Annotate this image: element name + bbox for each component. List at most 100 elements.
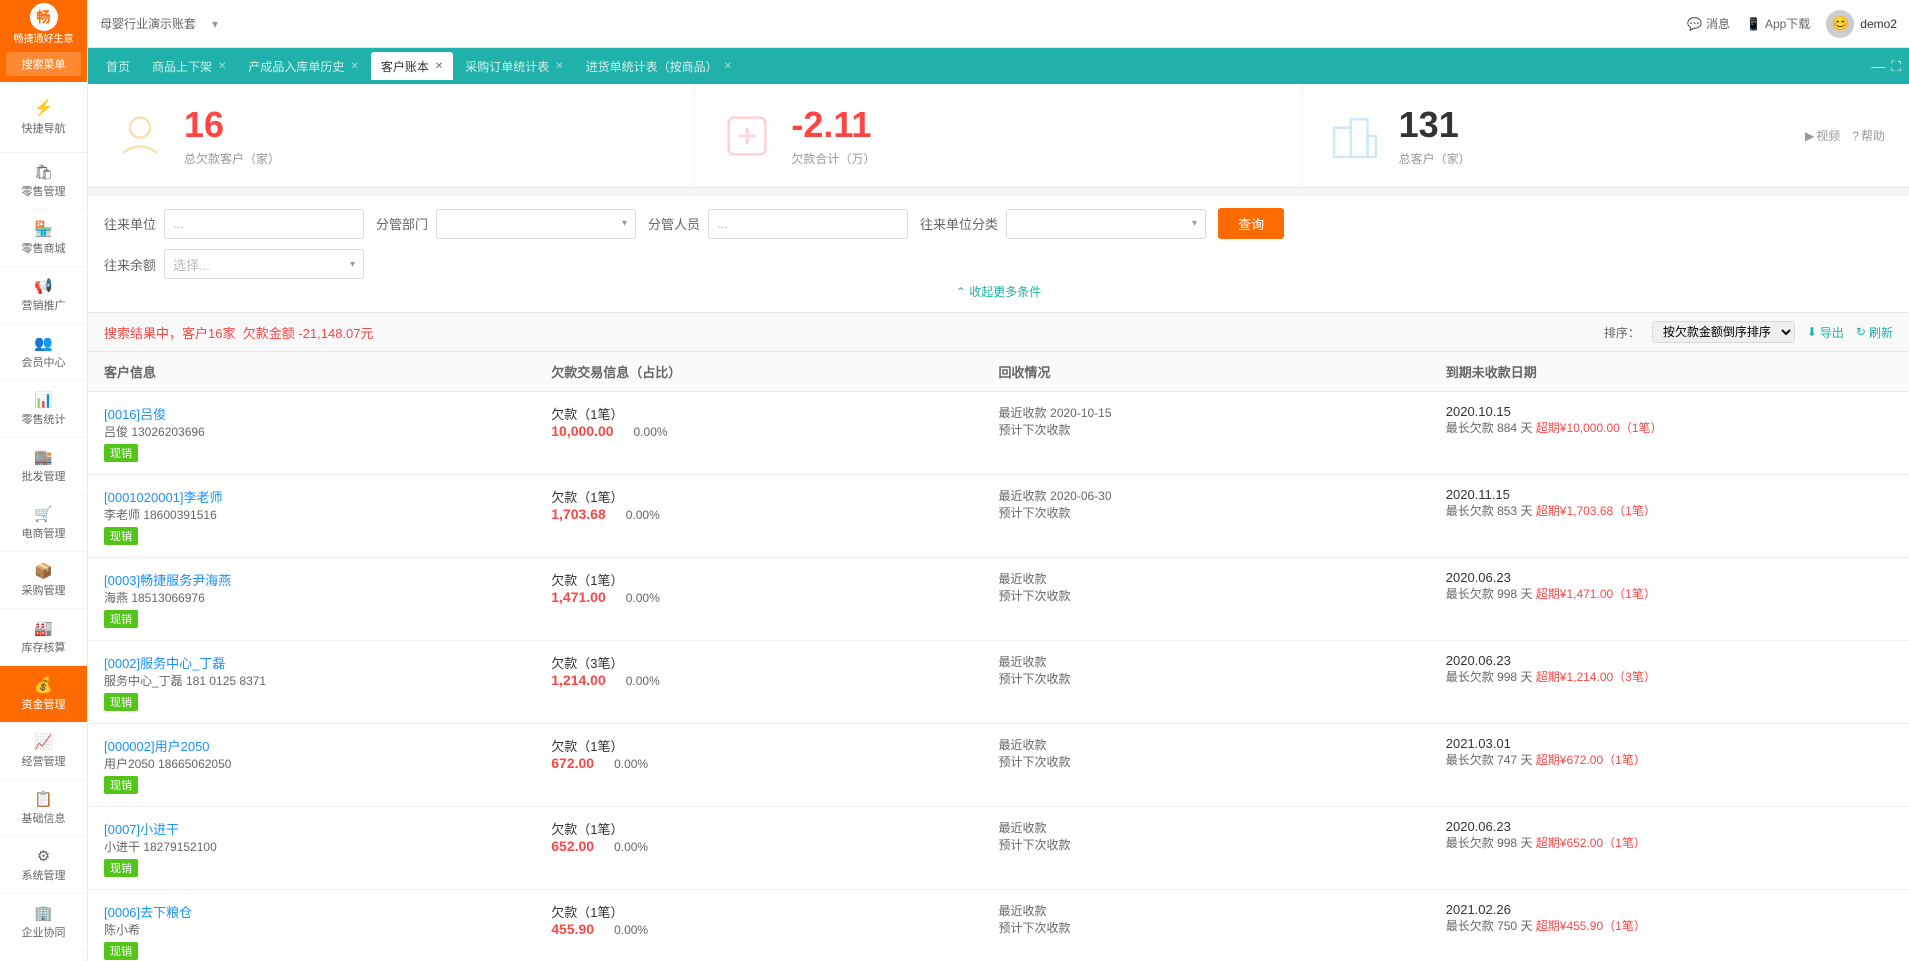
sidebar-item-quick-nav[interactable]: ⚡ 快捷导航: [0, 90, 87, 144]
total-customers-label: 总客户（家）: [1399, 150, 1471, 167]
customer-tag: 现销: [104, 444, 138, 462]
sidebar-item-wholesale[interactable]: 🏬 批发管理: [0, 438, 87, 495]
search-menu-button[interactable]: 搜索菜单: [6, 52, 81, 76]
tab-purchase-order[interactable]: 采购订单统计表 ✕: [455, 52, 573, 80]
table-header: 客户信息 欠款交易信息（占比） 回收情况 到期未收款日期: [88, 352, 1909, 392]
sidebar-item-inventory[interactable]: 🏭 库存核算: [0, 609, 87, 666]
debt-amount-label: 欠款合计（万）: [791, 150, 875, 167]
overdue-date: 2020.10.15: [1446, 404, 1893, 419]
customer-code[interactable]: [0002]服务中心_丁磊: [104, 653, 551, 672]
customer-code[interactable]: [0016]吕俊: [104, 404, 551, 423]
recovery-cell: 最近收款 预计下次收款: [999, 819, 1446, 877]
view-video-button[interactable]: ▶ 视频: [1805, 127, 1840, 144]
sidebar-item-retail-stats[interactable]: 📊 零售统计: [0, 381, 87, 438]
tab-purchase-order-label: 采购订单统计表: [465, 58, 549, 75]
quick-nav-icon: ⚡: [34, 98, 54, 118]
customer-code[interactable]: [0003]畅捷服务尹海燕: [104, 570, 551, 589]
customer-tag: 现销: [104, 859, 138, 877]
search-result-text: 搜索结果中，客户16家 欠款金额 -21,148.07元: [104, 326, 374, 341]
tab-home[interactable]: 首页: [96, 52, 140, 80]
customer-code[interactable]: [0001020001]李老师: [104, 487, 551, 506]
tab-customer-account[interactable]: 客户账本 ✕: [371, 52, 453, 80]
message-button[interactable]: 💬 消息: [1687, 15, 1730, 32]
customer-unit-dots: ...: [173, 216, 184, 231]
total-customers-icon: [1327, 108, 1383, 164]
next-collection: 预计下次收款: [999, 670, 1446, 687]
stat-card-debt-customers: 16 总欠款客户（家）: [88, 84, 695, 187]
overdue-amount[interactable]: 超期¥652.00（1笔）: [1536, 836, 1646, 850]
company-dropdown-icon[interactable]: ▾: [212, 17, 218, 31]
overdue-cell: 2021.03.01 最长欠款 747 天 超期¥672.00（1笔）: [1446, 736, 1893, 794]
search-button[interactable]: 查询: [1218, 208, 1284, 239]
refresh-button[interactable]: ↻ 刷新: [1856, 324, 1893, 341]
balance-select[interactable]: 选择... ▾: [164, 249, 364, 279]
dept-arrow-icon: ▾: [622, 218, 627, 229]
sidebar: 畅 畅捷通好生意 搜索菜单 ⚡ 快捷导航 🛍 零售管理 🏪 零售商城 📢 营销推…: [0, 0, 88, 961]
help-button[interactable]: ? 帮助: [1852, 127, 1885, 144]
sidebar-item-enterprise[interactable]: 🏢 企业协同: [0, 894, 87, 951]
tab-product-status-close[interactable]: ✕: [218, 61, 226, 72]
tab-product-history-close[interactable]: ✕: [350, 61, 358, 72]
sidebar-item-retail-mgmt[interactable]: 🛍 零售管理: [0, 153, 87, 210]
customer-info-cell: [0016]吕俊 吕俊 13026203696 现销: [104, 404, 551, 462]
tab-purchase-order-close[interactable]: ✕: [555, 61, 563, 72]
overdue-date: 2020.11.15: [1446, 487, 1893, 502]
overdue-amount[interactable]: 超期¥1,214.00（3笔）: [1536, 670, 1656, 684]
sidebar-item-finance[interactable]: 💰 资金管理: [0, 666, 87, 723]
sidebar-item-purchase[interactable]: 📦 采购管理: [0, 552, 87, 609]
tab-stock-stats[interactable]: 进货单统计表（按商品） ✕: [576, 52, 742, 80]
customer-unit-label: 往来单位: [104, 214, 156, 233]
overdue-info: 最长欠款 998 天 超期¥1,471.00（1笔）: [1446, 585, 1893, 602]
customer-info-cell: [0003]畅捷服务尹海燕 海燕 18513066976 现销: [104, 570, 551, 628]
debt-ratio: 0.00%: [614, 923, 648, 937]
tab-customer-account-close[interactable]: ✕: [435, 61, 443, 72]
sidebar-item-system[interactable]: ⚙ 系统管理: [0, 837, 87, 894]
overdue-amount[interactable]: 超期¥1,471.00（1笔）: [1536, 587, 1656, 601]
person-input[interactable]: ...: [708, 209, 908, 239]
sidebar-item-label: 营销推广: [22, 297, 66, 313]
overdue-amount[interactable]: 超期¥672.00（1笔）: [1536, 753, 1646, 767]
dept-select[interactable]: ▾: [436, 209, 636, 239]
overdue-days: 最长欠款 747 天: [1446, 753, 1536, 767]
sort-select[interactable]: 按欠款金额倒序排序: [1652, 321, 1795, 343]
collapse-bar[interactable]: ⌃ 收起更多条件: [104, 283, 1893, 300]
sidebar-item-retail-store[interactable]: 🏪 零售商城: [0, 210, 87, 267]
tab-product-history[interactable]: 产成品入库单历史 ✕: [238, 52, 368, 80]
debt-amount: 1,471.00: [551, 589, 606, 605]
customer-phone: 陈小希: [104, 921, 551, 938]
tabbar-minimize-button[interactable]: —: [1871, 58, 1885, 75]
overdue-cell: 2021.02.26 最长欠款 750 天 超期¥455.90（1笔）: [1446, 902, 1893, 960]
debt-info-cell: 欠款（1笔） 1,471.00 0.00%: [551, 570, 998, 628]
next-collection: 预计下次收款: [999, 421, 1446, 438]
overdue-info: 最长欠款 750 天 超期¥455.90（1笔）: [1446, 917, 1893, 934]
sidebar-item-newbie[interactable]: 🎯 新手引导: [0, 951, 87, 961]
debt-ratio: 0.00%: [614, 840, 648, 854]
customer-unit-input[interactable]: ...: [164, 209, 364, 239]
debt-customers-number: 16: [184, 104, 280, 146]
sidebar-item-member[interactable]: 👥 会员中心: [0, 324, 87, 381]
export-button[interactable]: ⬇ 导出: [1807, 324, 1844, 341]
overdue-amount[interactable]: 超期¥1,703.68（1笔）: [1536, 504, 1656, 518]
tab-stock-stats-close[interactable]: ✕: [724, 61, 732, 72]
app-download-button[interactable]: 📱 App下载: [1746, 15, 1810, 32]
tab-product-status[interactable]: 商品上下架 ✕: [142, 52, 236, 80]
overdue-amount[interactable]: 超期¥10,000.00（1笔）: [1536, 421, 1663, 435]
avatar: 😊: [1826, 10, 1854, 38]
debt-count: 欠款（3笔）: [551, 653, 998, 672]
sidebar-item-marketing[interactable]: 📢 营销推广: [0, 267, 87, 324]
sidebar-item-operations[interactable]: 📈 经营管理: [0, 723, 87, 780]
unit-class-select[interactable]: ▾: [1006, 209, 1206, 239]
topbar-left: 母婴行业演示账套 ▾: [100, 15, 218, 32]
user-menu[interactable]: 😊 demo2: [1826, 10, 1897, 38]
filter-row-2: 往来余额 选择... ▾: [104, 249, 1893, 279]
debt-customers-icon: [112, 108, 168, 164]
tabbar-maximize-button[interactable]: ⛶: [1891, 58, 1901, 75]
sidebar-item-ecommerce[interactable]: 🛒 电商管理: [0, 495, 87, 552]
customer-code[interactable]: [000002]用户2050: [104, 736, 551, 755]
sidebar-item-basic-info[interactable]: 📋 基础信息: [0, 780, 87, 837]
customer-code[interactable]: [0007]小进干: [104, 819, 551, 838]
debt-info-cell: 欠款（1笔） 672.00 0.00%: [551, 736, 998, 794]
customer-code[interactable]: [0006]去下粮仓: [104, 902, 551, 921]
table-row: [000002]用户2050 用户2050 18665062050 现销 欠款（…: [88, 724, 1909, 807]
overdue-amount[interactable]: 超期¥455.90（1笔）: [1536, 919, 1646, 933]
